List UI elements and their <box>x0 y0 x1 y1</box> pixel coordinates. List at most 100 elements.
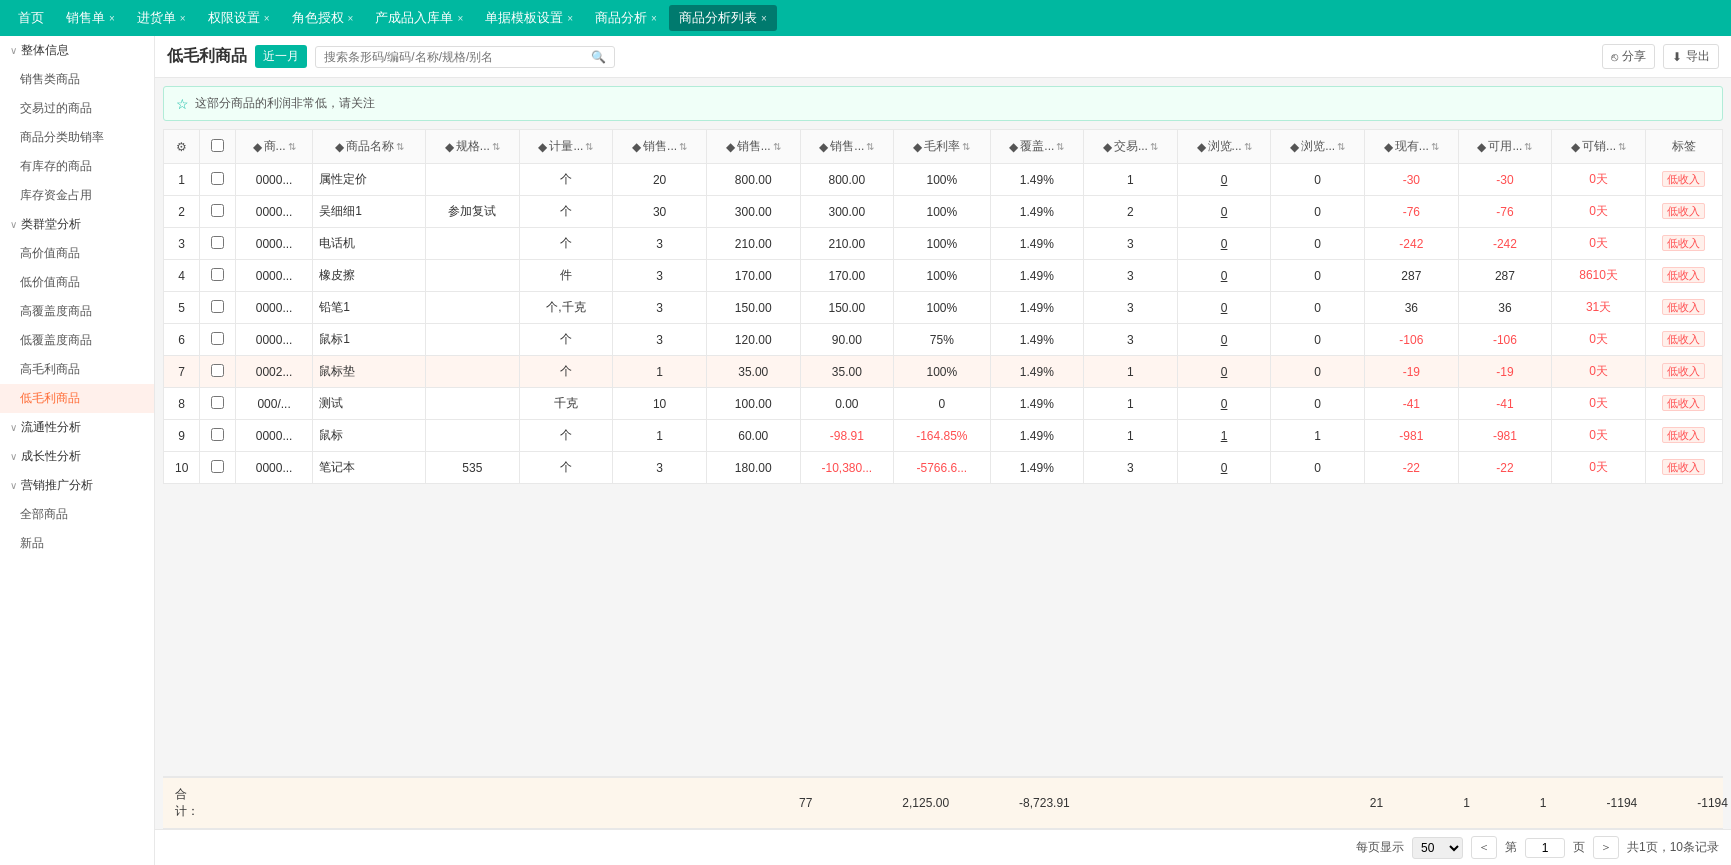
sidebar-item-全部商品[interactable]: 全部商品 <box>0 500 154 529</box>
close-icon[interactable]: × <box>651 13 657 24</box>
row-views1[interactable]: 0 <box>1177 292 1271 324</box>
export-button[interactable]: ⬇ 导出 <box>1663 44 1719 69</box>
row-views1[interactable]: 0 <box>1177 260 1271 292</box>
row-views1[interactable]: 0 <box>1177 196 1271 228</box>
sellable-col-header[interactable]: ◆可销...⇅ <box>1552 130 1646 164</box>
sidebar-item-有库存的商品[interactable]: 有库存的商品 <box>0 152 154 181</box>
sidebar-item-交易过的商品[interactable]: 交易过的商品 <box>0 94 154 123</box>
settings-col-header[interactable]: ⚙ <box>164 130 200 164</box>
close-icon[interactable]: × <box>264 13 270 24</box>
close-icon[interactable]: × <box>180 13 186 24</box>
sales-amount-col-header[interactable]: ◆销售...⇅ <box>706 130 800 164</box>
table-container[interactable]: ⚙ ◆商...⇅ ◆商品名称⇅ ◆规格...⇅ ◆计量...⇅ ◆销售...⇅ … <box>163 129 1723 776</box>
row-views1[interactable]: 1 <box>1177 420 1271 452</box>
nav-item-单据模板设置[interactable]: 单据模板设置× <box>475 5 583 31</box>
row-checkbox-cell[interactable] <box>200 164 236 196</box>
checkbox-col-header[interactable] <box>200 130 236 164</box>
row-select-checkbox[interactable] <box>211 236 224 249</box>
close-icon[interactable]: × <box>761 13 767 24</box>
views-link[interactable]: 0 <box>1221 269 1228 283</box>
code-col-header[interactable]: ◆商...⇅ <box>236 130 313 164</box>
views-link[interactable]: 0 <box>1221 397 1228 411</box>
views-link[interactable]: 0 <box>1221 461 1228 475</box>
sidebar-item-库存资金占用[interactable]: 库存资金占用 <box>0 181 154 210</box>
row-select-checkbox[interactable] <box>211 204 224 217</box>
nav-item-角色授权[interactable]: 角色授权× <box>282 5 364 31</box>
row-select-checkbox[interactable] <box>211 268 224 281</box>
close-icon[interactable]: × <box>109 13 115 24</box>
row-views1[interactable]: 0 <box>1177 388 1271 420</box>
date-filter-button[interactable]: 近一月 <box>255 45 307 68</box>
nav-item-进货单[interactable]: 进货单× <box>127 5 196 31</box>
sidebar-group-整体信息[interactable]: ∨整体信息 <box>0 36 154 65</box>
sidebar-group-成长性分析[interactable]: ∨成长性分析 <box>0 442 154 471</box>
page-size-select[interactable]: 50 20 100 <box>1412 837 1463 859</box>
row-select-checkbox[interactable] <box>211 300 224 313</box>
sidebar-item-低价值商品[interactable]: 低价值商品 <box>0 268 154 297</box>
close-icon[interactable]: × <box>348 13 354 24</box>
sidebar-item-商品分类助销率[interactable]: 商品分类助销率 <box>0 123 154 152</box>
row-select-checkbox[interactable] <box>211 332 224 345</box>
sidebar-item-高覆盖度商品[interactable]: 高覆盖度商品 <box>0 297 154 326</box>
views-link[interactable]: 0 <box>1221 205 1228 219</box>
views-link[interactable]: 0 <box>1221 173 1228 187</box>
nav-item-商品分析列表[interactable]: 商品分析列表× <box>669 5 777 31</box>
sidebar-item-低覆盖度商品[interactable]: 低覆盖度商品 <box>0 326 154 355</box>
close-icon[interactable]: × <box>567 13 573 24</box>
next-page-button[interactable]: ＞ <box>1593 836 1619 859</box>
transactions-col-header[interactable]: ◆交易...⇅ <box>1084 130 1178 164</box>
row-views1[interactable]: 0 <box>1177 324 1271 356</box>
views1-col-header[interactable]: ◆浏览...⇅ <box>1177 130 1271 164</box>
nav-item-产成品入库单[interactable]: 产成品入库单× <box>365 5 473 31</box>
row-views1[interactable]: 0 <box>1177 164 1271 196</box>
sidebar-item-销售类商品[interactable]: 销售类商品 <box>0 65 154 94</box>
views-link[interactable]: 1 <box>1221 429 1228 443</box>
nav-item-商品分析[interactable]: 商品分析× <box>585 5 667 31</box>
views-link[interactable]: 0 <box>1221 333 1228 347</box>
close-icon[interactable]: × <box>457 13 463 24</box>
sidebar-group-营销推广分析[interactable]: ∨营销推广分析 <box>0 471 154 500</box>
row-select-checkbox[interactable] <box>211 396 224 409</box>
select-all-checkbox[interactable] <box>211 139 224 152</box>
row-select-checkbox[interactable] <box>211 172 224 185</box>
row-checkbox-cell[interactable] <box>200 292 236 324</box>
row-checkbox-cell[interactable] <box>200 228 236 260</box>
views-link[interactable]: 0 <box>1221 301 1228 315</box>
row-checkbox-cell[interactable] <box>200 452 236 484</box>
search-input[interactable] <box>324 50 587 64</box>
views-link[interactable]: 0 <box>1221 365 1228 379</box>
available-col-header[interactable]: ◆可用...⇅ <box>1458 130 1552 164</box>
share-button[interactable]: ⎋ 分享 <box>1602 44 1655 69</box>
sidebar-item-低毛利商品[interactable]: 低毛利商品 <box>0 384 154 413</box>
prev-page-button[interactable]: ＜ <box>1471 836 1497 859</box>
row-checkbox-cell[interactable] <box>200 356 236 388</box>
current-stock-col-header[interactable]: ◆现有...⇅ <box>1365 130 1459 164</box>
sales-profit-col-header[interactable]: ◆销售...⇅ <box>800 130 894 164</box>
row-select-checkbox[interactable] <box>211 428 224 441</box>
row-select-checkbox[interactable] <box>211 364 224 377</box>
coverage-col-header[interactable]: ◆覆盖...⇅ <box>990 130 1084 164</box>
row-views1[interactable]: 0 <box>1177 356 1271 388</box>
views2-col-header[interactable]: ◆浏览...⇅ <box>1271 130 1365 164</box>
sidebar-item-新品[interactable]: 新品 <box>0 529 154 558</box>
page-number-input[interactable] <box>1525 838 1565 858</box>
sidebar-group-流通性分析[interactable]: ∨流通性分析 <box>0 413 154 442</box>
row-views1[interactable]: 0 <box>1177 228 1271 260</box>
row-checkbox-cell[interactable] <box>200 420 236 452</box>
row-checkbox-cell[interactable] <box>200 196 236 228</box>
row-checkbox-cell[interactable] <box>200 260 236 292</box>
spec-col-header[interactable]: ◆规格...⇅ <box>426 130 520 164</box>
nav-item-首页[interactable]: 首页 <box>8 5 54 31</box>
views-link[interactable]: 0 <box>1221 237 1228 251</box>
sales-qty-col-header[interactable]: ◆销售...⇅ <box>613 130 707 164</box>
nav-item-权限设置[interactable]: 权限设置× <box>198 5 280 31</box>
sidebar-item-高价值商品[interactable]: 高价值商品 <box>0 239 154 268</box>
row-checkbox-cell[interactable] <box>200 324 236 356</box>
gross-rate-col-header[interactable]: ◆毛利率⇅ <box>894 130 990 164</box>
row-select-checkbox[interactable] <box>211 460 224 473</box>
nav-item-销售单[interactable]: 销售单× <box>56 5 125 31</box>
sidebar-group-类群堂分析[interactable]: ∨类群堂分析 <box>0 210 154 239</box>
row-checkbox-cell[interactable] <box>200 388 236 420</box>
row-views1[interactable]: 0 <box>1177 452 1271 484</box>
name-col-header[interactable]: ◆商品名称⇅ <box>313 130 426 164</box>
